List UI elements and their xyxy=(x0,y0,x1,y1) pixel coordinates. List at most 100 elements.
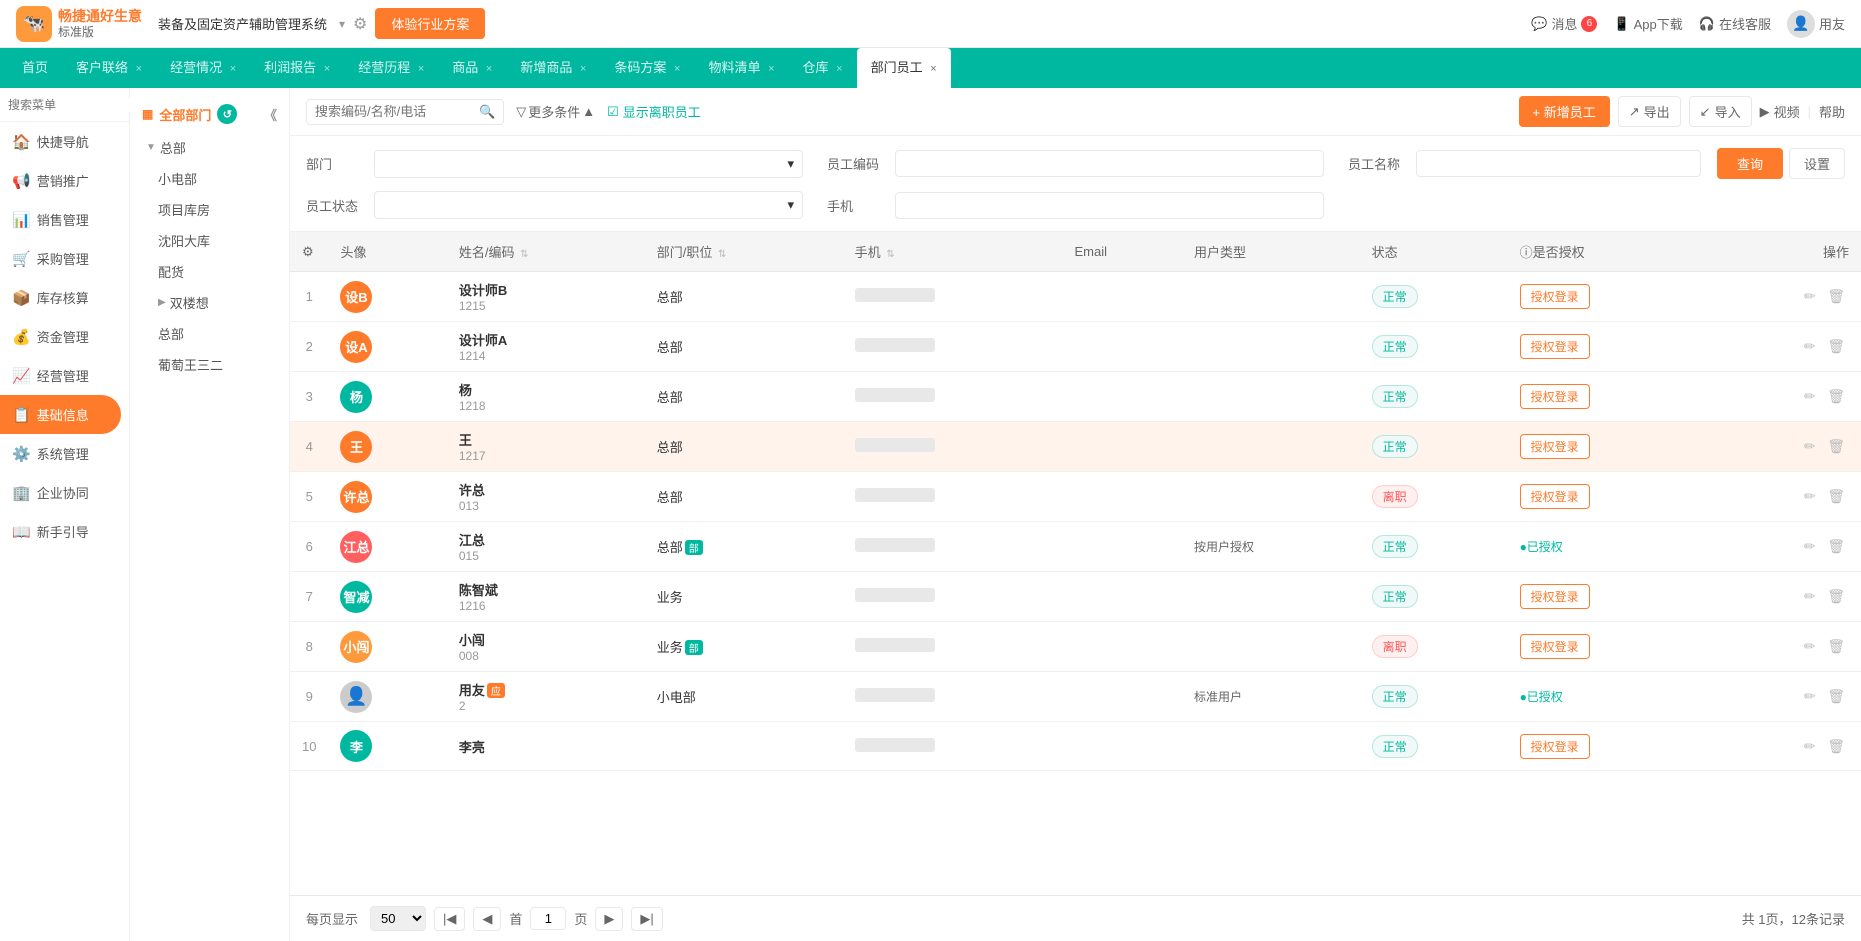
tab-add-goods[interactable]: 新增商品 × xyxy=(506,48,600,88)
messages-button[interactable]: 💬 消息 6 xyxy=(1531,14,1597,33)
delete-button[interactable]: 🗑 xyxy=(1823,586,1849,607)
dept-node-xiangmu[interactable]: 项目库房 xyxy=(130,194,289,225)
close-icon[interactable]: × xyxy=(674,63,680,75)
edit-button[interactable]: ✏ xyxy=(1800,286,1820,307)
app-download-button[interactable]: 📱 App下载 xyxy=(1613,14,1682,33)
employee-search-input[interactable] xyxy=(315,104,475,119)
sidebar-item-quick-nav[interactable]: 🏠 快捷导航 xyxy=(0,122,129,161)
settings-icon[interactable]: ⚙ xyxy=(353,14,367,34)
close-icon[interactable]: × xyxy=(930,63,936,75)
edit-button[interactable]: ✏ xyxy=(1800,686,1820,707)
show-resigned-toggle[interactable]: ☑ 显示离职员工 xyxy=(607,102,701,121)
delete-button[interactable]: 🗑 xyxy=(1823,286,1849,307)
dept-node-putao[interactable]: 葡萄王三二 xyxy=(130,349,289,380)
sidebar-item-system[interactable]: ⚙️ 系统管理 xyxy=(0,434,129,473)
next-page-button[interactable]: ▶ xyxy=(595,907,623,931)
tab-bom[interactable]: 物料清单 × xyxy=(694,48,788,88)
export-button[interactable]: ↗ 导出 xyxy=(1618,96,1681,127)
tab-operation-status[interactable]: 经营情况 × xyxy=(156,48,250,88)
tab-profit[interactable]: 利润报告 × xyxy=(250,48,344,88)
dept-node-shuanglou[interactable]: ▶ 双楼想 xyxy=(130,287,289,318)
sidebar-item-basic[interactable]: 📋 基础信息 xyxy=(0,395,121,434)
tab-home[interactable]: 首页 xyxy=(8,48,62,88)
emp-status-select[interactable]: ▾ xyxy=(374,191,803,219)
close-icon[interactable]: × xyxy=(580,63,586,75)
col-phone[interactable]: 手机 ⇅ xyxy=(843,232,1063,272)
search-input-wrap[interactable]: 🔍 xyxy=(306,99,504,125)
delete-button[interactable]: 🗑 xyxy=(1823,486,1849,507)
auth-login-button[interactable]: 授权登录 xyxy=(1520,334,1590,359)
close-icon[interactable]: × xyxy=(324,63,330,75)
online-service-button[interactable]: 🎧 在线客服 xyxy=(1699,14,1771,33)
emp-code-input[interactable] xyxy=(895,150,1324,177)
close-icon[interactable]: × xyxy=(230,63,236,75)
video-button[interactable]: ▶ 视频 xyxy=(1760,102,1800,121)
page-number-input[interactable] xyxy=(530,907,566,930)
sidebar-item-sales[interactable]: 📊 销售管理 xyxy=(0,200,129,239)
auth-login-button[interactable]: 授权登录 xyxy=(1520,484,1590,509)
dept-node-shenyang[interactable]: 沈阳大库 xyxy=(130,225,289,256)
auth-login-button[interactable]: 授权登录 xyxy=(1520,584,1590,609)
delete-button[interactable]: 🗑 xyxy=(1823,736,1849,757)
dept-node-zongbu-parent[interactable]: ▼ 总部 xyxy=(130,132,289,163)
first-page-button[interactable]: |◀ xyxy=(434,907,465,931)
close-icon[interactable]: × xyxy=(486,63,492,75)
chevron-down-icon[interactable]: ▾ xyxy=(339,17,345,31)
dept-filter-select[interactable]: ▾ xyxy=(374,150,803,178)
refresh-icon[interactable]: ↺ xyxy=(217,104,237,124)
tab-goods[interactable]: 商品 × xyxy=(438,48,506,88)
phone-input[interactable] xyxy=(895,192,1324,219)
last-page-button[interactable]: ▶| xyxy=(631,907,662,931)
edit-button[interactable]: ✏ xyxy=(1800,586,1820,607)
close-icon[interactable]: × xyxy=(418,63,424,75)
collapse-icon[interactable]: 《 xyxy=(264,105,277,124)
auth-login-button[interactable]: 授权登录 xyxy=(1520,634,1590,659)
close-icon[interactable]: × xyxy=(836,63,842,75)
close-icon[interactable]: × xyxy=(768,63,774,75)
more-conditions-button[interactable]: ▽ 更多条件 ▲ xyxy=(516,102,595,121)
col-name-code[interactable]: 姓名/编码 ⇅ xyxy=(447,232,645,272)
help-button[interactable]: 帮助 xyxy=(1819,102,1845,121)
delete-button[interactable]: 🗑 xyxy=(1823,436,1849,457)
sidebar-item-enterprise[interactable]: 🏢 企业协同 xyxy=(0,473,129,512)
edit-button[interactable]: ✏ xyxy=(1800,486,1820,507)
trial-button[interactable]: 体验行业方案 xyxy=(375,8,485,39)
auth-login-button[interactable]: 授权登录 xyxy=(1520,384,1590,409)
delete-button[interactable]: 🗑 xyxy=(1823,636,1849,657)
sidebar-item-purchase[interactable]: 🛒 采购管理 xyxy=(0,239,129,278)
edit-button[interactable]: ✏ xyxy=(1800,636,1820,657)
import-button[interactable]: ↙ 导入 xyxy=(1689,96,1752,127)
dept-node-xiaodian[interactable]: 小电部 xyxy=(130,163,289,194)
query-button[interactable]: 查询 xyxy=(1717,148,1783,179)
tab-dept-employee[interactable]: 部门员工 × xyxy=(857,48,951,88)
prev-page-button[interactable]: ◀ xyxy=(473,907,501,931)
edit-button[interactable]: ✏ xyxy=(1800,736,1820,757)
auth-login-button[interactable]: 授权登录 xyxy=(1520,284,1590,309)
tab-customer[interactable]: 客户联络 × xyxy=(62,48,156,88)
add-employee-button[interactable]: + 新增员工 xyxy=(1519,96,1610,127)
user-avatar[interactable]: 👤 用友 xyxy=(1787,10,1845,38)
delete-button[interactable]: 🗑 xyxy=(1823,336,1849,357)
sidebar-item-marketing[interactable]: 📢 营销推广 xyxy=(0,161,129,200)
delete-button[interactable]: 🗑 xyxy=(1823,536,1849,557)
delete-button[interactable]: 🗑 xyxy=(1823,386,1849,407)
sidebar-item-operation[interactable]: 📈 经营管理 xyxy=(0,356,129,395)
col-dept-position[interactable]: 部门/职位 ⇅ xyxy=(645,232,843,272)
tab-warehouse[interactable]: 仓库 × xyxy=(789,48,857,88)
tab-operation-history[interactable]: 经营历程 × xyxy=(344,48,438,88)
reset-button[interactable]: 设置 xyxy=(1789,148,1845,179)
auth-login-button[interactable]: 授权登录 xyxy=(1520,434,1590,459)
sidebar-item-finance[interactable]: 💰 资金管理 xyxy=(0,317,129,356)
dept-node-peihuo[interactable]: 配货 xyxy=(130,256,289,287)
emp-name-input[interactable] xyxy=(1416,150,1701,177)
edit-button[interactable]: ✏ xyxy=(1800,436,1820,457)
col-settings[interactable]: ⚙ xyxy=(290,232,328,272)
sidebar-item-guide[interactable]: 📖 新手引导 xyxy=(0,512,129,551)
delete-button[interactable]: 🗑 xyxy=(1823,686,1849,707)
dept-node-zongbu2[interactable]: 总部 xyxy=(130,318,289,349)
sidebar-search[interactable]: 🔍 xyxy=(0,88,129,122)
page-size-select[interactable]: 50 100 200 xyxy=(370,906,426,931)
edit-button[interactable]: ✏ xyxy=(1800,536,1820,557)
auth-login-button[interactable]: 授权登录 xyxy=(1520,734,1590,759)
edit-button[interactable]: ✏ xyxy=(1800,386,1820,407)
